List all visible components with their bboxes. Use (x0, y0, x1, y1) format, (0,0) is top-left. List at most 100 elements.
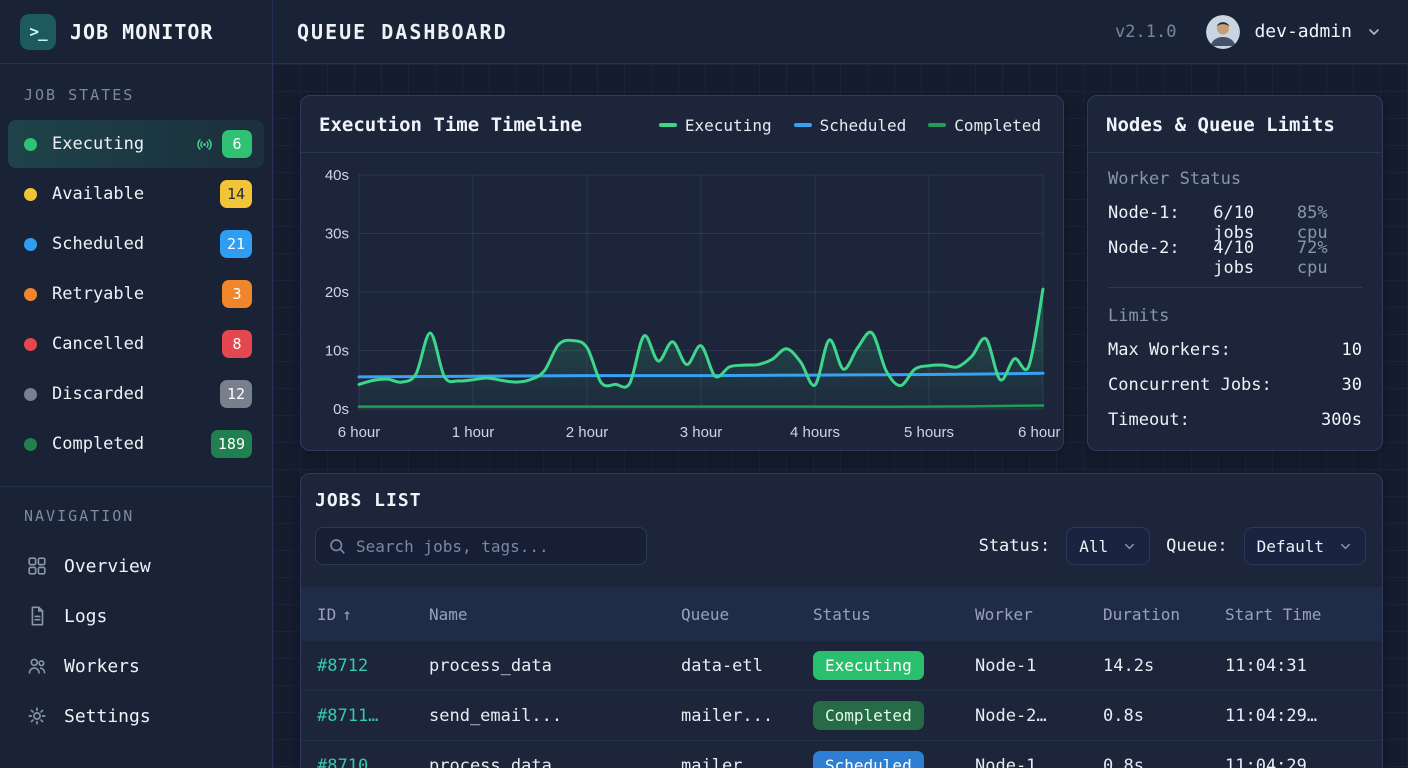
status-badge: Scheduled (813, 750, 924, 768)
nav-label: Settings (64, 705, 151, 727)
limit-label: Concurrent Jobs: (1108, 375, 1272, 395)
column-header-worker[interactable]: Worker (975, 605, 1103, 624)
state-count-badge: 8 (222, 330, 252, 358)
state-label: Executing (52, 134, 145, 154)
svg-text:40s: 40s (325, 167, 349, 184)
chart-legend: Executing Scheduled Completed (658, 116, 1041, 135)
job-status-cell: Scheduled (813, 750, 975, 768)
sidebar-item-workers[interactable]: Workers (0, 641, 272, 691)
state-label: Cancelled (52, 334, 145, 354)
status-filter-select[interactable]: All (1066, 527, 1151, 565)
sidebar-item-scheduled[interactable]: Scheduled 21 (8, 220, 264, 268)
sidebar-item-cancelled[interactable]: Cancelled 8 (8, 320, 264, 368)
nav-label: Logs (64, 605, 108, 627)
svg-text:4 hours: 4 hours (790, 424, 840, 441)
select-value: All (1079, 536, 1109, 556)
limit-value: 300s (1321, 410, 1362, 430)
job-id-link[interactable]: #8712 (317, 656, 429, 676)
legend-swatch (793, 123, 812, 127)
app-root: >_ JOB MONITOR QUEUE DASHBOARD v2.1.0 de… (0, 0, 1408, 768)
status-badge: Executing (813, 650, 924, 681)
worker-status-row: Node-1: 6/10 jobs 85% cpu (1108, 203, 1362, 243)
timeline-card-header: Execution Time Timeline Executing Schedul… (301, 96, 1063, 153)
job-start-time: 11:04:29 (1225, 755, 1307, 768)
table-row[interactable]: #8710 process_data mailer Scheduled Node-1 0.… (301, 741, 1382, 768)
app-title: JOB MONITOR (70, 19, 214, 44)
nodes-card-header: Nodes & Queue Limits (1088, 96, 1382, 153)
job-duration: 14.2s (1103, 655, 1155, 676)
table-row[interactable]: #8711… send_email... mailer... Completed Nod… (301, 691, 1382, 741)
version-label: v2.1.0 (1115, 21, 1177, 42)
state-right: 14 (219, 180, 252, 208)
timeline-chart-canvas: 0s 10s 20s 30s 40s 6 hour 1 hour 2 hour 3 hour 4 … (325, 167, 1068, 441)
worker-jobs: 6/10 jobs (1213, 203, 1255, 243)
state-label: Discarded (52, 384, 145, 404)
execution-timeline-card: Execution Time Timeline Executing Schedul… (300, 95, 1068, 451)
navigation-list: Overview Logs Workers Settings (0, 541, 272, 741)
topbar-right: v2.1.0 dev-admin (1115, 14, 1408, 49)
job-worker: Node-1 (975, 755, 1037, 768)
column-header-start-time[interactable]: Start Time (1225, 605, 1366, 624)
job-name: process_data (429, 755, 552, 768)
job-id-link[interactable]: #8711… (317, 706, 429, 726)
table-row[interactable]: #8712 process_data data-etl Executing Node-1… (301, 641, 1382, 691)
column-header-duration[interactable]: Duration (1103, 605, 1225, 624)
state-count-badge: 21 (219, 230, 252, 258)
state-right: 3 (222, 280, 252, 308)
sidebar-divider (0, 486, 272, 487)
sidebar-item-settings[interactable]: Settings (0, 691, 272, 741)
state-count-badge: 189 (210, 430, 252, 458)
svg-text:30s: 30s (325, 226, 349, 243)
state-label: Retryable (52, 284, 145, 304)
sidebar-item-completed[interactable]: Completed 189 (8, 420, 264, 468)
sidebar-item-retryable[interactable]: Retryable 3 (8, 270, 264, 318)
svg-text:5 hours: 5 hours (904, 424, 954, 441)
state-count-badge: 3 (222, 280, 252, 308)
sidebar-item-executing[interactable]: Executing 6 (8, 120, 264, 168)
avatar[interactable] (1206, 14, 1241, 49)
worker-status-row: Node-2: 4/10 jobs 72% cpu (1108, 238, 1362, 278)
live-broadcast-icon (195, 135, 214, 154)
job-worker: Node-2… (975, 705, 1047, 726)
search-input[interactable] (356, 536, 634, 556)
svg-text:6 hours: 6 hours (1018, 424, 1061, 441)
status-badge: Completed (813, 700, 924, 731)
job-duration: 0.8s (1103, 755, 1144, 768)
state-label: Completed (52, 434, 145, 454)
document-icon (26, 605, 48, 627)
limit-row: Max Workers: 10 (1108, 340, 1362, 375)
job-id-link[interactable]: #8710 (317, 756, 429, 768)
user-menu[interactable]: dev-admin (1254, 21, 1352, 42)
legend-swatch (928, 123, 947, 127)
sidebar-item-available[interactable]: Available 14 (8, 170, 264, 218)
worker-cpu: 72% cpu (1296, 238, 1328, 278)
legend-item-completed[interactable]: Completed (928, 116, 1041, 135)
nodes-divider (1108, 287, 1362, 288)
svg-text:0s: 0s (333, 401, 349, 418)
job-queue: data-etl (681, 655, 763, 676)
queue-filter-select[interactable]: Default (1243, 527, 1366, 565)
worker-status-list: Node-1: 6/10 jobs 85% cpu Node-2: 4/10 jobs 7… (1108, 203, 1362, 278)
column-header-id[interactable]: ID ↑ (317, 605, 429, 624)
legend-item-executing[interactable]: Executing (658, 116, 772, 135)
column-header-queue[interactable]: Queue (681, 605, 813, 624)
status-filter-label: Status: (978, 536, 1051, 556)
nodes-card-title: Nodes & Queue Limits (1106, 114, 1335, 136)
nav-label: Overview (64, 555, 151, 577)
state-count-badge: 12 (219, 380, 252, 408)
sidebar-item-logs[interactable]: Logs (0, 591, 272, 641)
column-header-status[interactable]: Status (813, 605, 975, 624)
state-right: 8 (222, 330, 252, 358)
job-start-time: 11:04:29… (1225, 705, 1318, 726)
limit-row: Concurrent Jobs: 30 (1108, 375, 1362, 410)
state-label: Scheduled (52, 234, 145, 254)
column-header-name[interactable]: Name (429, 605, 681, 624)
limits-header: Limits (1108, 306, 1170, 326)
sidebar-item-overview[interactable]: Overview (0, 541, 272, 591)
select-value: Default (1256, 536, 1324, 556)
svg-text:10s: 10s (325, 343, 349, 360)
jobs-table-header: ID ↑ Name Queue Status Worker Duration Start Ti… (301, 587, 1382, 641)
sidebar-item-discarded[interactable]: Discarded 12 (8, 370, 264, 418)
jobs-list-card: JOBS LIST Status: All Queue: Default ID↑Nam… (300, 473, 1383, 768)
legend-item-scheduled[interactable]: Scheduled (793, 116, 906, 135)
